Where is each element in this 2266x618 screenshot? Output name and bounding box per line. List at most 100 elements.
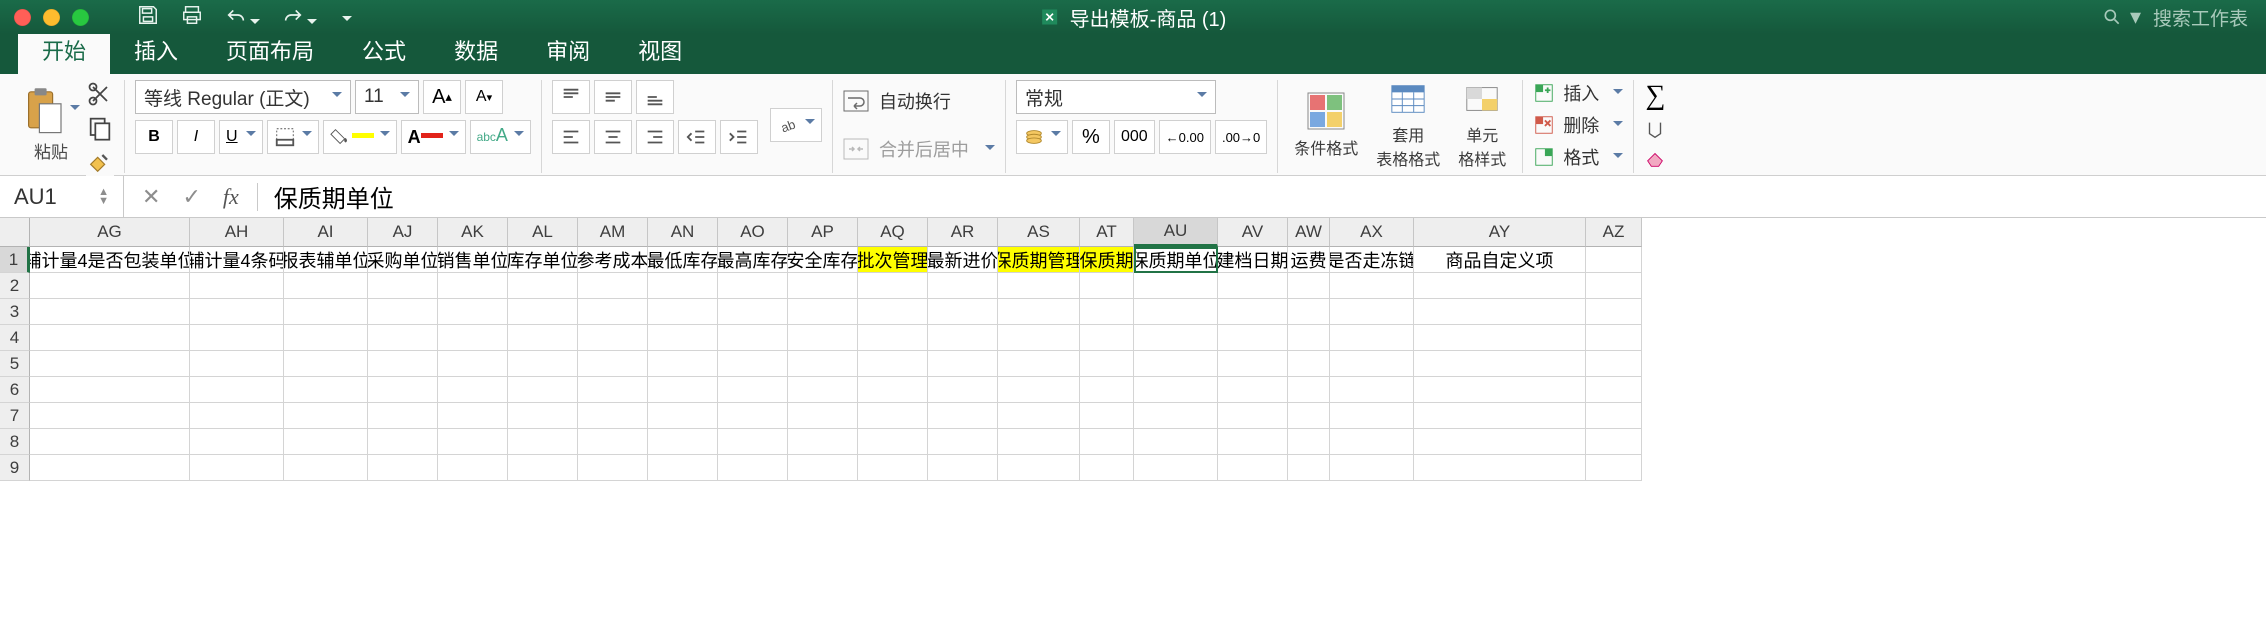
cell-AS9[interactable] xyxy=(998,455,1080,481)
column-header-AL[interactable]: AL xyxy=(508,218,578,247)
column-header-AT[interactable]: AT xyxy=(1080,218,1134,247)
cell-AR8[interactable] xyxy=(928,429,998,455)
align-bottom-button[interactable] xyxy=(636,80,674,114)
cell-AQ8[interactable] xyxy=(858,429,928,455)
comma-button[interactable]: 000 xyxy=(1114,120,1155,154)
cell-AR1[interactable]: 最新进价 xyxy=(928,247,998,273)
cell-AU8[interactable] xyxy=(1134,429,1218,455)
font-size-select[interactable]: 11 xyxy=(355,80,419,114)
cell-AN7[interactable] xyxy=(648,403,718,429)
cell-AR6[interactable] xyxy=(928,377,998,403)
cell-AY1[interactable]: 商品自定义项 xyxy=(1414,247,1586,273)
cell-AG9[interactable] xyxy=(30,455,190,481)
phonetic-button[interactable]: abcA xyxy=(470,120,531,154)
cell-AM1[interactable]: 参考成本 xyxy=(578,247,648,273)
print-icon[interactable] xyxy=(181,4,203,31)
cell-AM4[interactable] xyxy=(578,325,648,351)
cell-AO7[interactable] xyxy=(718,403,788,429)
cell-AL3[interactable] xyxy=(508,299,578,325)
cell-AU5[interactable] xyxy=(1134,351,1218,377)
cell-AU3[interactable] xyxy=(1134,299,1218,325)
cell-AV6[interactable] xyxy=(1218,377,1288,403)
fx-icon[interactable]: fx xyxy=(223,184,239,210)
column-header-AI[interactable]: AI xyxy=(284,218,368,247)
cell-AQ7[interactable] xyxy=(858,403,928,429)
cell-AW6[interactable] xyxy=(1288,377,1330,403)
cell-AH6[interactable] xyxy=(190,377,284,403)
cell-AN2[interactable] xyxy=(648,273,718,299)
format-painter-button[interactable] xyxy=(86,148,114,176)
cell-AV5[interactable] xyxy=(1218,351,1288,377)
cell-AL6[interactable] xyxy=(508,377,578,403)
align-middle-button[interactable] xyxy=(594,80,632,114)
cell-AN1[interactable]: 最低库存 xyxy=(648,247,718,273)
cell-AS7[interactable] xyxy=(998,403,1080,429)
maximize-window-button[interactable] xyxy=(72,9,89,26)
cell-AJ8[interactable] xyxy=(368,429,438,455)
increase-decimal-button[interactable]: ←0.00 xyxy=(1159,120,1211,154)
decrease-decimal-button[interactable]: .00→0 xyxy=(1215,120,1267,154)
cell-AO4[interactable] xyxy=(718,325,788,351)
cell-AI2[interactable] xyxy=(284,273,368,299)
cell-AV7[interactable] xyxy=(1218,403,1288,429)
cell-AY6[interactable] xyxy=(1414,377,1586,403)
cell-AM8[interactable] xyxy=(578,429,648,455)
font-name-select[interactable]: 等线 Regular (正文) xyxy=(135,80,351,114)
cancel-formula-button[interactable]: ✕ xyxy=(142,184,160,210)
column-header-AR[interactable]: AR xyxy=(928,218,998,247)
cell-AG4[interactable] xyxy=(30,325,190,351)
cell-AV9[interactable] xyxy=(1218,455,1288,481)
cell-AO2[interactable] xyxy=(718,273,788,299)
cell-AX2[interactable] xyxy=(1330,273,1414,299)
cell-AP4[interactable] xyxy=(788,325,858,351)
cell-AL2[interactable] xyxy=(508,273,578,299)
column-header-AO[interactable]: AO xyxy=(718,218,788,247)
cell-AV3[interactable] xyxy=(1218,299,1288,325)
row-header-9[interactable]: 9 xyxy=(0,455,30,481)
cell-AW5[interactable] xyxy=(1288,351,1330,377)
redo-button[interactable] xyxy=(282,4,317,31)
cell-AU4[interactable] xyxy=(1134,325,1218,351)
cell-AO8[interactable] xyxy=(718,429,788,455)
merge-center-toggle[interactable]: 合并后居中 xyxy=(843,136,995,162)
cell-AH7[interactable] xyxy=(190,403,284,429)
cell-AI4[interactable] xyxy=(284,325,368,351)
cell-AS6[interactable] xyxy=(998,377,1080,403)
cell-AZ9[interactable] xyxy=(1586,455,1642,481)
row-header-2[interactable]: 2 xyxy=(0,273,30,299)
cell-AH3[interactable] xyxy=(190,299,284,325)
save-icon[interactable] xyxy=(137,4,159,31)
cell-AY4[interactable] xyxy=(1414,325,1586,351)
cell-AT1[interactable]: 保质期 xyxy=(1080,247,1134,273)
cell-AH8[interactable] xyxy=(190,429,284,455)
bold-button[interactable]: B xyxy=(135,120,173,154)
cell-AN8[interactable] xyxy=(648,429,718,455)
number-format-select[interactable]: 常规 xyxy=(1016,80,1216,114)
cell-AG8[interactable] xyxy=(30,429,190,455)
cell-AK7[interactable] xyxy=(438,403,508,429)
cell-AZ2[interactable] xyxy=(1586,273,1642,299)
cell-AK4[interactable] xyxy=(438,325,508,351)
cell-AQ5[interactable] xyxy=(858,351,928,377)
cell-AL1[interactable]: 库存单位 xyxy=(508,247,578,273)
cell-AP7[interactable] xyxy=(788,403,858,429)
cell-AP8[interactable] xyxy=(788,429,858,455)
cell-AS5[interactable] xyxy=(998,351,1080,377)
cell-AN3[interactable] xyxy=(648,299,718,325)
cell-AM2[interactable] xyxy=(578,273,648,299)
cell-AS8[interactable] xyxy=(998,429,1080,455)
conditional-format-button[interactable]: 条件格式 xyxy=(1288,80,1364,170)
align-left-button[interactable] xyxy=(552,120,590,154)
cell-AN4[interactable] xyxy=(648,325,718,351)
cell-AX4[interactable] xyxy=(1330,325,1414,351)
cell-AX9[interactable] xyxy=(1330,455,1414,481)
select-all-corner[interactable] xyxy=(0,218,30,247)
cell-AO1[interactable]: 最高库存 xyxy=(718,247,788,273)
row-header-7[interactable]: 7 xyxy=(0,403,30,429)
cell-AU1[interactable]: 保质期单位 xyxy=(1134,247,1218,273)
font-color-button[interactable]: A xyxy=(401,120,466,154)
cell-AU9[interactable] xyxy=(1134,455,1218,481)
cut-button[interactable] xyxy=(86,80,114,108)
cell-AI6[interactable] xyxy=(284,377,368,403)
cell-AO9[interactable] xyxy=(718,455,788,481)
